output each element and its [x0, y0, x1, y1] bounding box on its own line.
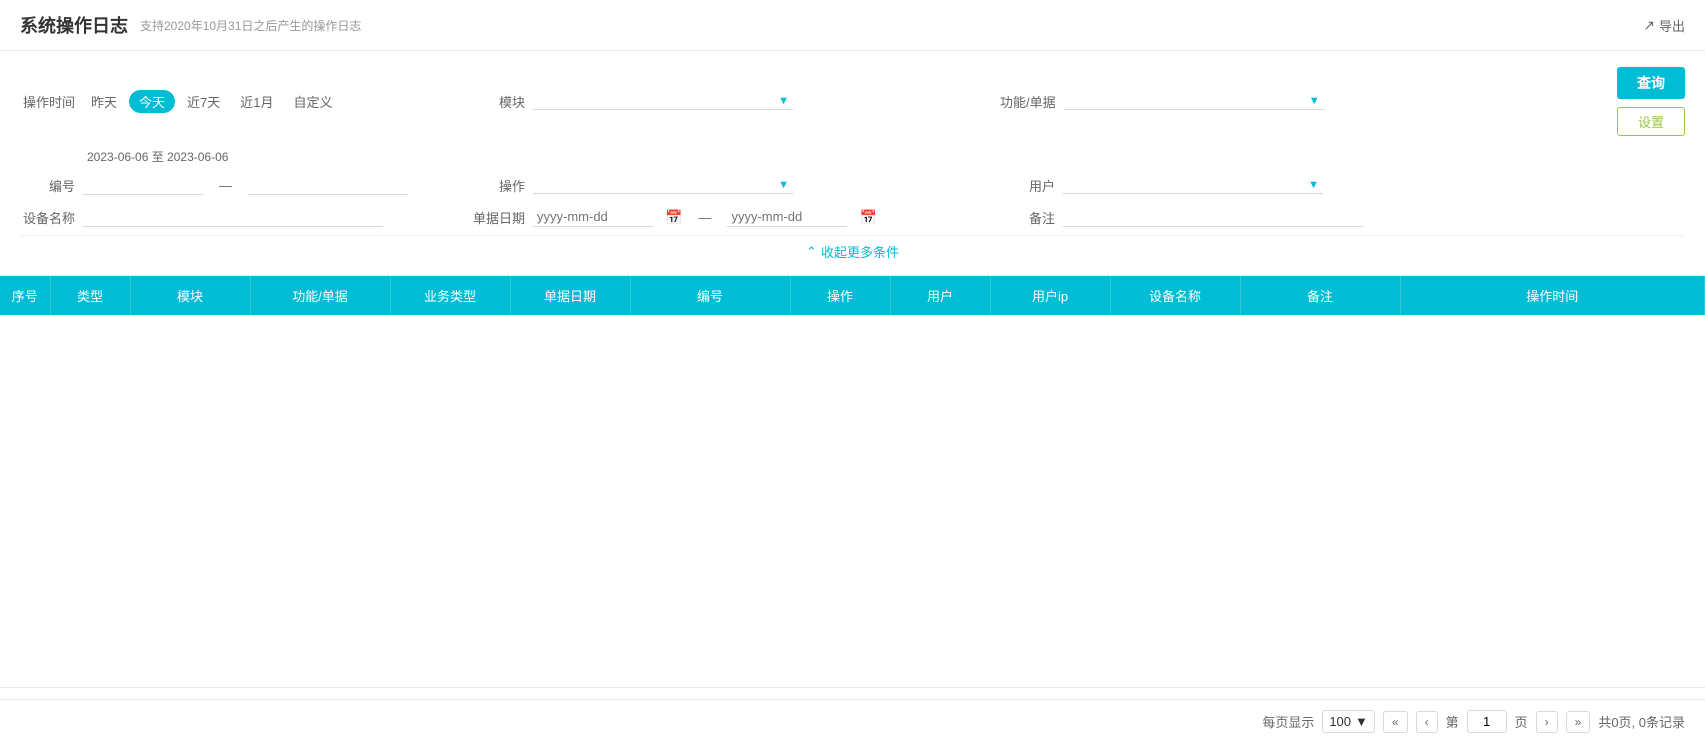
col-note: 备注: [1240, 276, 1400, 315]
last-page-button[interactable]: »: [1566, 711, 1591, 733]
collapse-button[interactable]: ⌃ 收起更多条件: [20, 235, 1685, 267]
operation-chevron-icon: ▼: [778, 179, 789, 191]
code-dash: —: [219, 178, 232, 193]
time-label: 操作时间: [20, 92, 75, 111]
device-input[interactable]: [83, 207, 383, 227]
data-table: 序号 类型 模块 功能/单据 业务类型 单据日期 编号 操作 用户 用户ip 设…: [0, 276, 1705, 315]
code-input-to[interactable]: [248, 175, 408, 195]
filter-row-3: 设备名称 单据日期 📅 — 📅 备注: [20, 207, 1685, 227]
time-range-display: 2023-06-06 至 2023-06-06: [20, 148, 1685, 165]
per-page-select[interactable]: 100 ▼: [1322, 710, 1375, 733]
time-btn-1month[interactable]: 近1月: [232, 90, 281, 113]
filter-section: 操作时间 昨天 今天 近7天 近1月 自定义 模块 ▼: [0, 51, 1705, 276]
module-select[interactable]: ▼: [533, 93, 793, 110]
action-buttons: 查询 设置: [1617, 67, 1685, 136]
first-page-button[interactable]: «: [1383, 711, 1408, 733]
code-label: 编号: [20, 176, 75, 195]
voucher-date-filter-block: 单据日期 📅 — 📅: [470, 207, 1000, 227]
code-filter-block: 编号 —: [20, 175, 470, 195]
date-input-to[interactable]: [727, 207, 847, 227]
col-type: 类型: [50, 276, 130, 315]
note-label: 备注: [1000, 208, 1055, 227]
col-function: 功能/单据: [250, 276, 390, 315]
operation-select[interactable]: ▼: [533, 177, 793, 194]
function-label: 功能/单据: [1000, 92, 1056, 111]
col-biz-type: 业务类型: [390, 276, 510, 315]
col-user: 用户: [890, 276, 990, 315]
page-total: 共0页, 0条记录: [1598, 712, 1685, 731]
user-label: 用户: [1000, 176, 1055, 195]
time-options: 昨天 今天 近7天 近1月 自定义: [83, 90, 341, 113]
col-device: 设备名称: [1110, 276, 1240, 315]
time-btn-yesterday[interactable]: 昨天: [83, 90, 125, 113]
operation-label: 操作: [470, 176, 525, 195]
operation-filter-block: 操作 ▼: [470, 176, 1000, 195]
time-btn-today[interactable]: 今天: [129, 90, 175, 113]
user-chevron-icon: ▼: [1308, 179, 1319, 191]
module-chevron-icon: ▼: [778, 95, 789, 107]
page-header: 系统操作日志 支持2020年10月31日之后产生的操作日志 ↗ 导出: [0, 0, 1705, 51]
note-input[interactable]: [1063, 207, 1363, 227]
collapse-label: 收起更多条件: [821, 242, 899, 261]
calendar-icon-to[interactable]: 📅: [859, 209, 876, 226]
per-page-label: 每页显示: [1262, 712, 1314, 731]
query-button[interactable]: 查询: [1617, 67, 1685, 99]
collapse-chevron-icon: ⌃: [806, 244, 817, 260]
note-filter-block: 备注: [1000, 207, 1685, 227]
voucher-date-label: 单据日期: [470, 208, 525, 227]
table-container: 序号 类型 模块 功能/单据 业务类型 单据日期 编号 操作 用户 用户ip 设…: [0, 276, 1705, 687]
device-label: 设备名称: [20, 208, 75, 227]
page-label: 第: [1446, 712, 1459, 731]
time-btn-custom[interactable]: 自定义: [286, 90, 341, 113]
page-unit: 页: [1515, 712, 1528, 731]
filter-area: 操作时间 昨天 今天 近7天 近1月 自定义 模块 ▼: [0, 51, 1705, 276]
col-voucher-date: 单据日期: [510, 276, 630, 315]
user-filter-block: 用户 ▼: [1000, 176, 1685, 195]
export-icon: ↗: [1643, 17, 1655, 34]
col-operation: 操作: [790, 276, 890, 315]
per-page-value: 100: [1329, 714, 1351, 729]
module-label: 模块: [470, 92, 525, 111]
page-input[interactable]: [1467, 710, 1507, 733]
function-filter-block: 功能/单据 ▼ 查询 设置: [1000, 67, 1685, 136]
filter-row-2: 编号 — 操作 ▼ 用户: [20, 175, 1685, 195]
col-index: 序号: [0, 276, 50, 315]
col-user-ip: 用户ip: [990, 276, 1110, 315]
page-title: 系统操作日志: [20, 12, 128, 38]
function-select[interactable]: ▼: [1064, 93, 1324, 110]
settings-button[interactable]: 设置: [1617, 107, 1685, 136]
scrollbar-area[interactable]: [0, 687, 1705, 699]
time-filter-block: 操作时间 昨天 今天 近7天 近1月 自定义: [20, 90, 470, 113]
module-filter-block: 模块 ▼: [470, 92, 1000, 111]
col-module: 模块: [130, 276, 250, 315]
per-page-chevron-icon: ▼: [1355, 714, 1368, 729]
prev-page-button[interactable]: ‹: [1416, 711, 1438, 733]
function-chevron-icon: ▼: [1309, 95, 1320, 107]
time-btn-7days[interactable]: 近7天: [179, 90, 228, 113]
table-header-row: 序号 类型 模块 功能/单据 业务类型 单据日期 编号 操作 用户 用户ip 设…: [0, 276, 1705, 315]
col-code: 编号: [630, 276, 790, 315]
export-button[interactable]: ↗ 导出: [1643, 16, 1685, 35]
date-input-from[interactable]: [533, 207, 653, 227]
date-dash: —: [698, 210, 711, 225]
user-select[interactable]: ▼: [1063, 177, 1323, 194]
filter-row-1: 操作时间 昨天 今天 近7天 近1月 自定义 模块 ▼: [20, 67, 1685, 136]
export-label: 导出: [1659, 16, 1685, 35]
col-op-time: 操作时间: [1400, 276, 1705, 315]
pagination: 每页显示 100 ▼ « ‹ 第 页 › » 共0页, 0条记录: [0, 699, 1705, 743]
code-input-from[interactable]: [83, 175, 203, 195]
calendar-icon-from[interactable]: 📅: [665, 209, 682, 226]
time-range-text: 2023-06-06 至 2023-06-06: [87, 150, 228, 164]
next-page-button[interactable]: ›: [1536, 711, 1558, 733]
header-left: 系统操作日志 支持2020年10月31日之后产生的操作日志: [20, 12, 361, 38]
page-subtitle: 支持2020年10月31日之后产生的操作日志: [140, 17, 361, 34]
device-filter-block: 设备名称: [20, 207, 470, 227]
